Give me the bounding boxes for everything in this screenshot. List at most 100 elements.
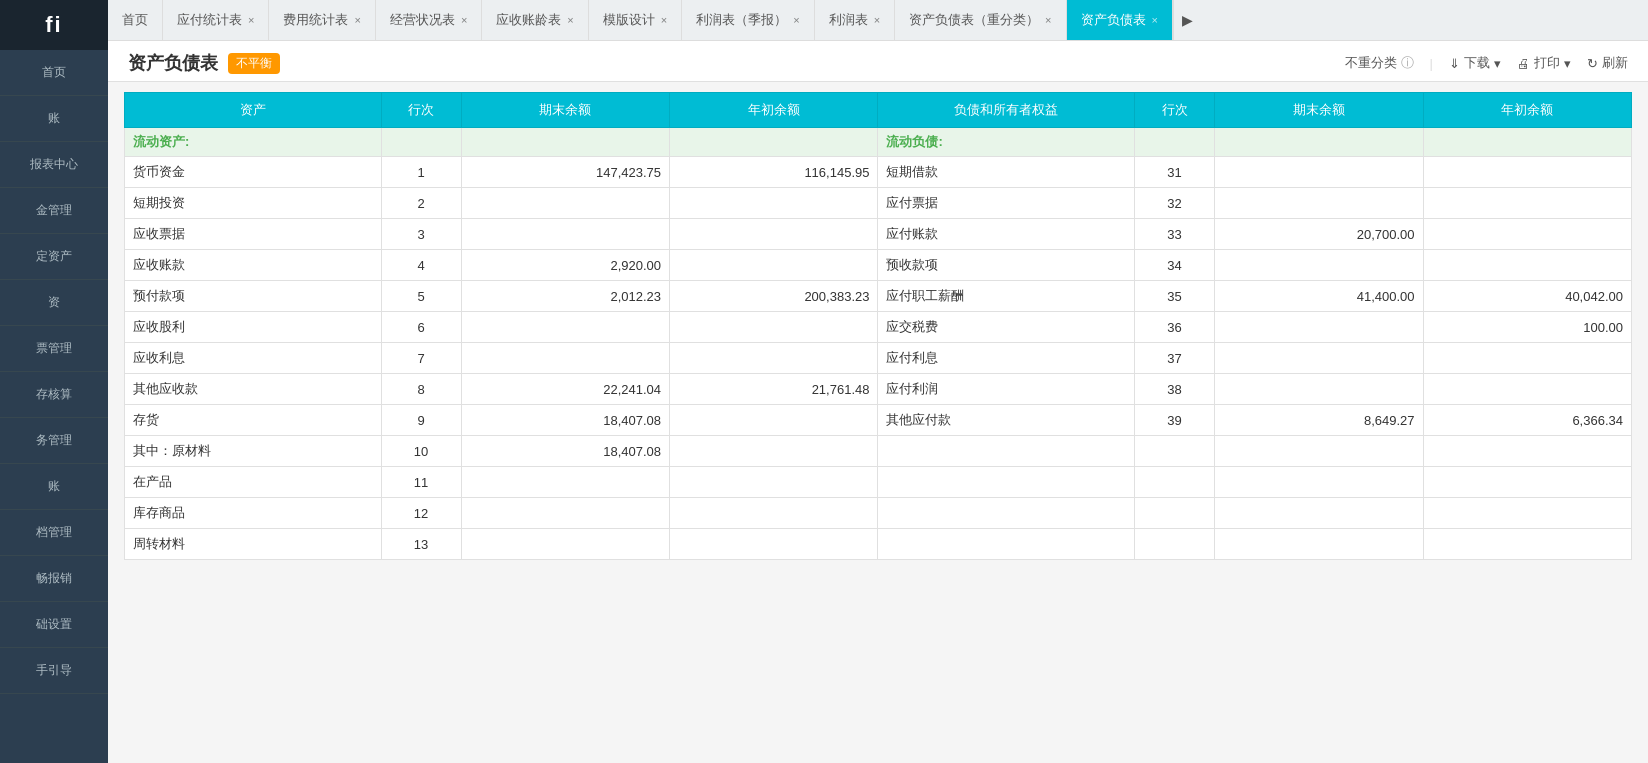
asset-label: 应收账款 [125,250,382,281]
section-asset-label: 流动资产: [125,128,382,157]
tab-payable-stats-label: 应付统计表 [177,11,242,29]
help-icon: ⓘ [1401,54,1414,72]
section-asset-year [670,128,878,157]
asset-row-num: 2 [381,188,461,219]
liab-label: 短期借款 [878,157,1135,188]
table-row[interactable]: 货币资金 1 147,423.75 116,145.95 短期借款 31 [125,157,1632,188]
sidebar-item-expense[interactable]: 畅报销 [0,556,108,602]
sidebar-item-account2[interactable]: 账 [0,464,108,510]
sidebar-item-report-center[interactable]: 报表中心 [0,142,108,188]
table-row[interactable]: 其中：原材料 10 18,407.08 [125,436,1632,467]
asset-year-start [670,250,878,281]
liab-period-end: 8,649.27 [1215,405,1423,436]
table-row[interactable]: 短期投资 2 应付票据 32 [125,188,1632,219]
table-row[interactable]: 库存商品 12 [125,498,1632,529]
liab-row-num: 33 [1134,219,1214,250]
sidebar-item-inventory[interactable]: 存核算 [0,372,108,418]
tab-expense-stats[interactable]: 费用统计表 × [269,0,375,40]
tab-template-design[interactable]: 模版设计 × [589,0,682,40]
tab-income-label: 利润表 [829,11,868,29]
tab-home[interactable]: 首页 [108,0,163,40]
tab-income-quarterly-close[interactable]: × [793,14,799,26]
sidebar-item-home[interactable]: 首页 [0,50,108,96]
asset-year-start [670,467,878,498]
table-row[interactable]: 预付款项 5 2,012.23 200,383.23 应付职工薪酬 35 41,… [125,281,1632,312]
asset-label: 货币资金 [125,157,382,188]
tab-bar: 首页 应付统计表 × 费用统计表 × 经营状况表 × 应收账龄表 × 模版设计 … [108,0,1648,41]
tab-balance-sheet-close[interactable]: × [1152,14,1158,26]
asset-period-end [461,188,669,219]
filter-label-text: 不重分类 [1345,54,1397,72]
asset-period-end [461,312,669,343]
tab-balance-reclassified-close[interactable]: × [1045,14,1051,26]
sidebar-item-invoice[interactable]: 票管理 [0,326,108,372]
table-row[interactable]: 应收利息 7 应付利息 37 [125,343,1632,374]
tab-scroll-right[interactable]: ▶ [1173,0,1201,40]
asset-label: 短期投资 [125,188,382,219]
sidebar-item-doc[interactable]: 档管理 [0,510,108,556]
asset-label: 库存商品 [125,498,382,529]
sidebar-item-fund-management[interactable]: 金管理 [0,188,108,234]
filter-label[interactable]: 不重分类 ⓘ [1345,54,1414,72]
asset-year-start: 116,145.95 [670,157,878,188]
liab-row-num: 34 [1134,250,1214,281]
liab-year-start [1423,529,1631,560]
sidebar-item-fixed-assets[interactable]: 定资产 [0,234,108,280]
tab-payable-stats-close[interactable]: × [248,14,254,26]
liab-label: 其他应付款 [878,405,1135,436]
tab-balance-reclassified[interactable]: 资产负债表（重分类） × [895,0,1066,40]
liab-year-start [1423,219,1631,250]
table-container: 资产 行次 期末余额 年初余额 负债和所有者权益 行次 期末余额 年初余额 流动… [108,82,1648,763]
tab-receivable-age[interactable]: 应收账龄表 × [482,0,588,40]
tab-operations[interactable]: 经营状况表 × [376,0,482,40]
sidebar-item-asset[interactable]: 资 [0,280,108,326]
divider1: | [1430,56,1433,71]
tab-home-label: 首页 [122,11,148,29]
table-row[interactable]: 应收票据 3 应付账款 33 20,700.00 [125,219,1632,250]
tab-income-quarterly-label: 利润表（季报） [696,11,787,29]
refresh-button[interactable]: ↻ 刷新 [1587,54,1628,72]
liab-year-start [1423,188,1631,219]
tab-payable-stats[interactable]: 应付统计表 × [163,0,269,40]
table-row[interactable]: 应收股利 6 应交税费 36 100.00 [125,312,1632,343]
tab-income-close[interactable]: × [874,14,880,26]
table-row[interactable]: 周转材料 13 [125,529,1632,560]
asset-row-num: 9 [381,405,461,436]
table-row[interactable]: 存货 9 18,407.08 其他应付款 39 8,649.27 6,366.3… [125,405,1632,436]
tab-expense-stats-label: 费用统计表 [283,11,348,29]
sidebar-item-tax[interactable]: 务管理 [0,418,108,464]
tab-template-design-close[interactable]: × [661,14,667,26]
tab-income[interactable]: 利润表 × [815,0,895,40]
asset-row-num: 3 [381,219,461,250]
liab-period-end [1215,374,1423,405]
tab-balance-sheet[interactable]: 资产负债表 × [1067,0,1173,40]
sidebar-item-settings[interactable]: 础设置 [0,602,108,648]
download-label: 下载 [1464,54,1490,72]
print-button[interactable]: 🖨 打印 ▾ [1517,54,1571,72]
liab-label: 应付职工薪酬 [878,281,1135,312]
liab-period-end [1215,157,1423,188]
liab-year-start: 6,366.34 [1423,405,1631,436]
tab-receivable-age-close[interactable]: × [567,14,573,26]
tab-expense-stats-close[interactable]: × [354,14,360,26]
asset-label: 应收利息 [125,343,382,374]
liab-row-num: 38 [1134,374,1214,405]
asset-label: 预付款项 [125,281,382,312]
sidebar-item-guide[interactable]: 手引导 [0,648,108,694]
asset-row-num: 6 [381,312,461,343]
page-title-area: 资产负债表 不平衡 [128,51,280,75]
table-row[interactable]: 在产品 11 [125,467,1632,498]
asset-year-start: 21,761.48 [670,374,878,405]
tab-income-quarterly[interactable]: 利润表（季报） × [682,0,814,40]
print-label: 打印 [1534,54,1560,72]
table-row[interactable]: 应收账款 4 2,920.00 预收款项 34 [125,250,1632,281]
section-liab-period [1215,128,1423,157]
th-asset: 资产 [125,93,382,128]
table-row[interactable]: 其他应收款 8 22,241.04 21,761.48 应付利润 38 [125,374,1632,405]
section-asset-period [461,128,669,157]
download-button[interactable]: ⇓ 下载 ▾ [1449,54,1501,72]
liab-period-end [1215,498,1423,529]
tab-operations-close[interactable]: × [461,14,467,26]
liab-label: 应付票据 [878,188,1135,219]
sidebar-item-account[interactable]: 账 [0,96,108,142]
